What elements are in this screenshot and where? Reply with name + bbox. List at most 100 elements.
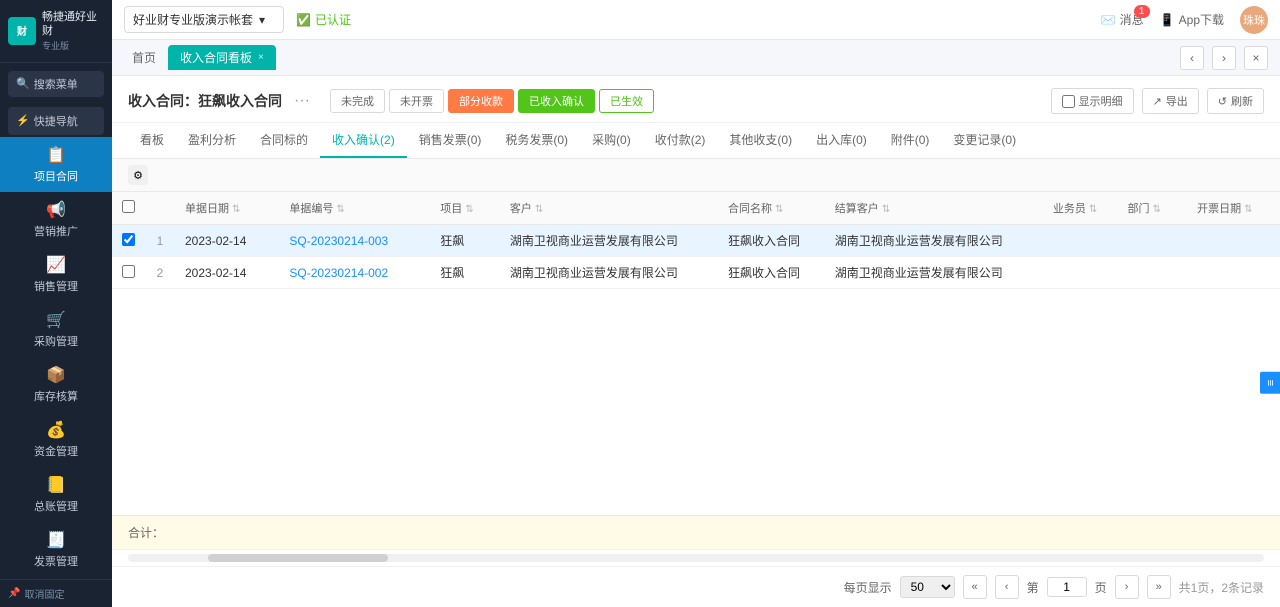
inner-tab-0[interactable]: 看板: [128, 123, 176, 158]
inner-tab-2[interactable]: 合同标的: [248, 123, 320, 158]
app-download-button[interactable]: 📱 App下载: [1160, 11, 1224, 28]
sidebar-item-1[interactable]: 📢 营销推广: [0, 192, 112, 247]
th-dept[interactable]: 部门: [1118, 192, 1188, 225]
next-page-button[interactable]: ›: [1115, 575, 1139, 599]
total-row: 合计：: [112, 515, 1280, 549]
row-checkbox-1[interactable]: [122, 265, 135, 278]
status-buttons: 未完成未开票部分收款已收入确认已生效: [330, 89, 654, 113]
pagination: 每页显示 50 20 100 « ‹ 第 页 › » 共1页，2条记录: [112, 566, 1280, 607]
th-opendate[interactable]: 开票日期: [1187, 192, 1280, 225]
row-no-link-1[interactable]: SQ-20230214-002: [289, 266, 388, 280]
sidebar-label-4: 库存核算: [34, 388, 78, 404]
sidebar-label-1: 营销推广: [34, 223, 78, 239]
inner-tab-5[interactable]: 税务发票(0): [493, 123, 580, 158]
tab-current[interactable]: 收入合同看板 ×: [168, 45, 276, 70]
status-btn-4[interactable]: 已生效: [599, 89, 654, 113]
status-btn-3[interactable]: 已收入确认: [518, 89, 595, 113]
table-header: 单据日期 单据编号 项目 客户 合同名称 结算客户 业务员 部门 开票日期: [112, 192, 1280, 225]
tab-close-icon[interactable]: ×: [258, 52, 264, 63]
inner-tab-4[interactable]: 销售发票(0): [407, 123, 494, 158]
th-no[interactable]: 单据编号: [279, 192, 430, 225]
show-detail-checkbox[interactable]: 显示明细: [1051, 88, 1134, 114]
refresh-button[interactable]: ↺ 刷新: [1207, 88, 1264, 114]
sidebar-item-4[interactable]: 📦 库存核算: [0, 357, 112, 412]
prev-page-button[interactable]: ‹: [995, 575, 1019, 599]
sidebar-icon-0: 📋: [46, 145, 66, 165]
status-btn-0[interactable]: 未完成: [330, 89, 385, 113]
message-badge: 1: [1134, 5, 1150, 18]
inner-tab-9[interactable]: 出入库(0): [804, 123, 879, 158]
tab-navigation: ‹ › ×: [1180, 46, 1268, 70]
row-settle-0: 湖南卫视商业运营发展有限公司: [825, 225, 1043, 257]
quick-nav-button[interactable]: ⚡ 快捷导航: [8, 107, 104, 135]
status-btn-2[interactable]: 部分收款: [448, 89, 514, 113]
inner-tab-10[interactable]: 附件(0): [879, 123, 942, 158]
horizontal-scrollbar[interactable]: [112, 549, 1280, 566]
row-customer-1: 湖南卫视商业运营发展有限公司: [500, 257, 718, 289]
row-num-1: 2: [145, 257, 175, 289]
scrollbar-thumb[interactable]: [208, 554, 388, 562]
row-no-1: SQ-20230214-002: [279, 257, 430, 289]
inner-tab-7[interactable]: 收付款(2): [643, 123, 718, 158]
table-row: 2 2023-02-14 SQ-20230214-002 狂飙 湖南卫视商业运营…: [112, 257, 1280, 289]
th-settle-customer[interactable]: 结算客户: [825, 192, 1043, 225]
row-checkbox-0[interactable]: [122, 233, 135, 246]
row-customer-0: 湖南卫视商业运营发展有限公司: [500, 225, 718, 257]
column-settings-button[interactable]: ⚙: [128, 165, 148, 185]
row-opendate-0: [1187, 225, 1280, 257]
row-contract-0: 狂飙收入合同: [718, 225, 825, 257]
tab-close-button[interactable]: ×: [1244, 46, 1268, 70]
th-date[interactable]: 单据日期: [175, 192, 279, 225]
inner-tab-8[interactable]: 其他收支(0): [717, 123, 804, 158]
tabbar: 首页 收入合同看板 × ‹ › ×: [112, 40, 1280, 76]
sidebar-item-3[interactable]: 🛒 采购管理: [0, 302, 112, 357]
sidebar-item-0[interactable]: 📋 项目合同: [0, 137, 112, 192]
sidebar-icon-4: 📦: [46, 365, 66, 385]
select-all-checkbox[interactable]: [122, 200, 135, 213]
first-page-button[interactable]: «: [963, 575, 987, 599]
company-name: 好业财专业版演示帐套: [133, 11, 253, 28]
th-project[interactable]: 项目: [430, 192, 500, 225]
content-area: 收入合同：狂飙收入合同 ··· 未完成未开票部分收款已收入确认已生效 显示明细 …: [112, 76, 1280, 607]
sidebar-item-2[interactable]: 📈 销售管理: [0, 247, 112, 302]
sidebar-item-7[interactable]: 🧾 发票管理: [0, 522, 112, 577]
floating-panel-button[interactable]: ≡: [1260, 372, 1280, 394]
sidebar-label-5: 资金管理: [34, 443, 78, 459]
sidebar-icon-6: 📒: [46, 475, 66, 495]
content-wrapper: ⚙ 单据日期 单据编号 项目 客户: [112, 159, 1280, 607]
row-project-1: 狂飙: [430, 257, 500, 289]
page-number-input[interactable]: [1047, 577, 1087, 597]
tab-prev-button[interactable]: ‹: [1180, 46, 1204, 70]
sidebar-item-6[interactable]: 📒 总账管理: [0, 467, 112, 522]
row-project-0: 狂飙: [430, 225, 500, 257]
company-selector[interactable]: 好业财专业版演示帐套 ▾: [124, 6, 284, 33]
more-button[interactable]: ···: [294, 92, 310, 110]
sidebar-pin-button[interactable]: 📌 取消固定: [0, 579, 112, 607]
topbar: 好业财专业版演示帐套 ▾ ✅ 已认证 ✉️ 消息 1 📱 App下载 珠珠: [112, 0, 1280, 40]
th-contract[interactable]: 合同名称: [718, 192, 825, 225]
message-button[interactable]: ✉️ 消息 1: [1101, 11, 1144, 28]
last-page-button[interactable]: »: [1147, 575, 1171, 599]
row-date-0: 2023-02-14: [175, 225, 279, 257]
th-customer[interactable]: 客户: [500, 192, 718, 225]
export-button[interactable]: ↗ 导出: [1142, 88, 1199, 114]
search-menu-button[interactable]: 🔍 搜索菜单: [8, 71, 104, 97]
inner-tab-6[interactable]: 采购(0): [580, 123, 643, 158]
per-page-select[interactable]: 50 20 100: [900, 576, 955, 598]
tab-next-button[interactable]: ›: [1212, 46, 1236, 70]
status-btn-1[interactable]: 未开票: [389, 89, 444, 113]
sidebar: 财 畅捷通好业财 专业版 🔍 搜索菜单 ⚡ 快捷导航 📋 项目合同 📢 营销推广…: [0, 0, 112, 607]
search-icon: 🔍: [16, 77, 30, 90]
page-title: 收入合同：狂飙收入合同: [128, 91, 282, 111]
user-avatar[interactable]: 珠珠: [1240, 6, 1268, 34]
th-salesman[interactable]: 业务员: [1043, 192, 1118, 225]
sidebar-icon-5: 💰: [46, 420, 66, 440]
tab-home[interactable]: 首页: [124, 45, 164, 70]
page-suffix-label: 页: [1095, 579, 1107, 596]
row-date-1: 2023-02-14: [175, 257, 279, 289]
row-no-link-0[interactable]: SQ-20230214-003: [289, 234, 388, 248]
inner-tab-1[interactable]: 盈利分析: [176, 123, 248, 158]
inner-tab-3[interactable]: 收入确认(2): [320, 123, 407, 158]
sidebar-item-5[interactable]: 💰 资金管理: [0, 412, 112, 467]
inner-tab-11[interactable]: 变更记录(0): [941, 123, 1028, 158]
